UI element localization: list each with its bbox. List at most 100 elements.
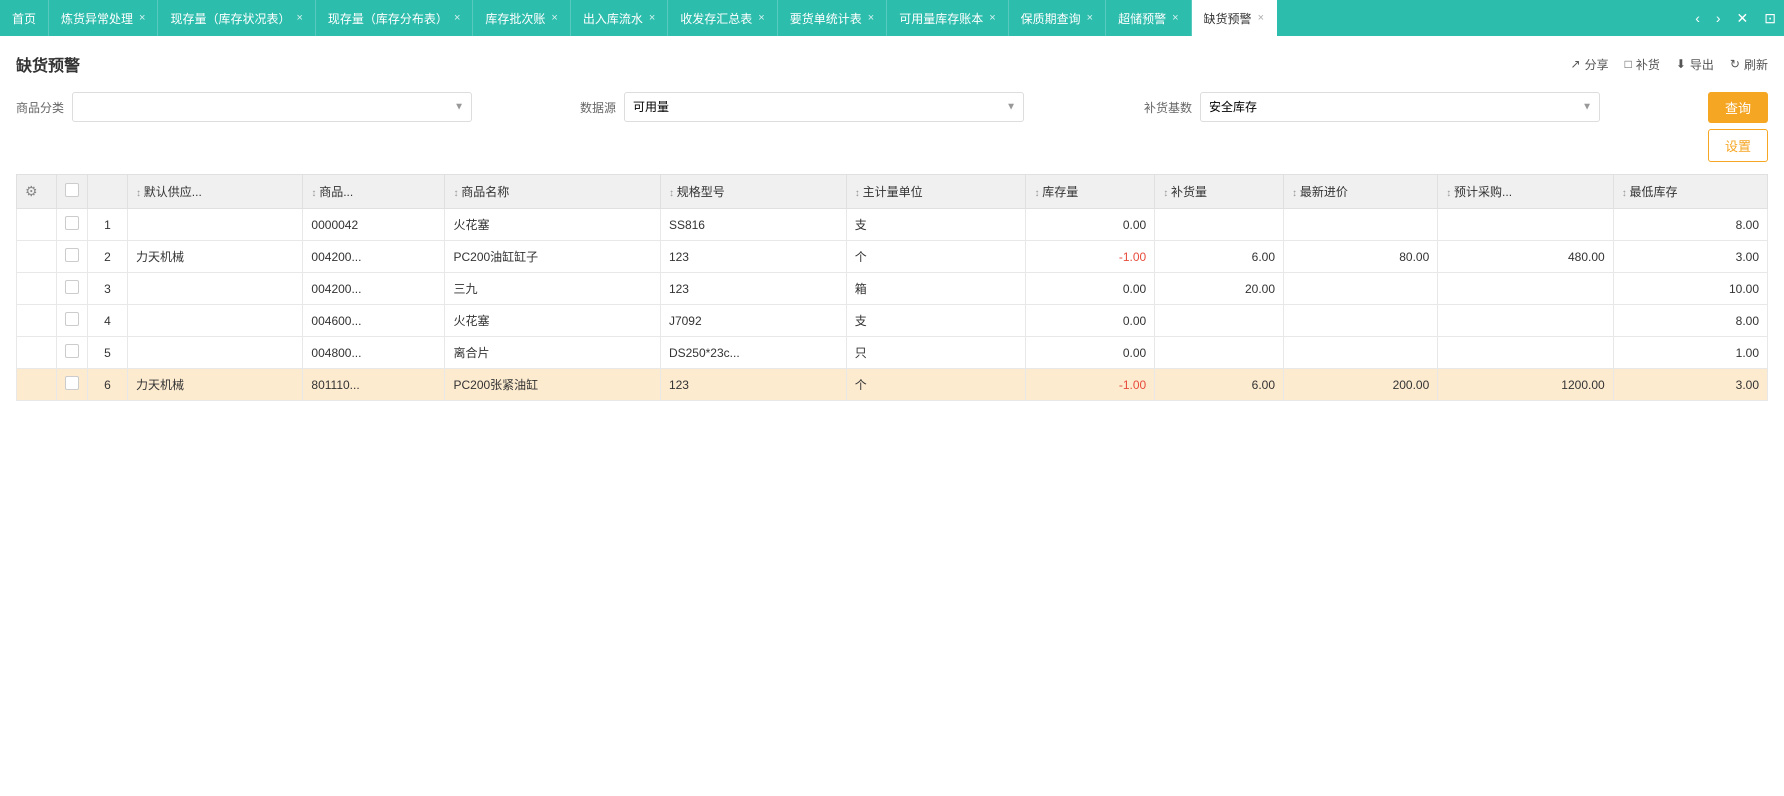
tab-expiry-query[interactable]: 保质期查询 × bbox=[1009, 0, 1106, 36]
tab-nav-buttons: ‹ › ✕ ⊡ bbox=[1687, 0, 1784, 36]
row-checkbox[interactable] bbox=[65, 280, 79, 294]
tab-close-shortage[interactable]: × bbox=[1258, 12, 1264, 24]
tab-close-demand-stats[interactable]: × bbox=[868, 12, 874, 24]
page-header: 缺货预警 ↗ 分享 □ 补货 ⬇ 导出 ↻ 刷新 bbox=[16, 52, 1768, 76]
row-checkbox-cell[interactable] bbox=[57, 241, 88, 273]
tab-close-overstock[interactable]: × bbox=[1172, 12, 1178, 24]
row-latest-price: 80.00 bbox=[1284, 241, 1438, 273]
col-code[interactable]: 商品... bbox=[303, 175, 445, 209]
settings-button[interactable]: 设置 bbox=[1708, 129, 1768, 162]
row-replenish: 6.00 bbox=[1155, 241, 1284, 273]
table-row: 5 004800... 离合片 DS250*23c... 只 0.00 1.00 bbox=[17, 337, 1768, 369]
row-code: 801110... bbox=[303, 369, 445, 401]
row-est-purchase bbox=[1438, 273, 1613, 305]
tab-close-defect-proc[interactable]: × bbox=[139, 12, 145, 24]
filter-buttons: 查询 设置 bbox=[1708, 92, 1768, 162]
tab-close-recv-summary[interactable]: × bbox=[758, 12, 764, 24]
row-spec: 123 bbox=[660, 273, 846, 305]
tab-fullscreen-btn[interactable]: ⊡ bbox=[1756, 0, 1784, 36]
row-min-stock: 3.00 bbox=[1613, 241, 1767, 273]
table-row: 4 004600... 火花塞 J7092 支 0.00 8.00 bbox=[17, 305, 1768, 337]
replenish-button[interactable]: □ 补货 bbox=[1625, 56, 1660, 73]
col-num bbox=[88, 175, 128, 209]
replenish-base-select[interactable]: 安全库存 bbox=[1200, 92, 1600, 122]
row-checkbox[interactable] bbox=[65, 248, 79, 262]
row-checkbox-cell[interactable] bbox=[57, 369, 88, 401]
row-supplier bbox=[128, 273, 303, 305]
tab-home[interactable]: 首页 bbox=[0, 0, 49, 36]
category-select[interactable] bbox=[72, 92, 472, 122]
col-name[interactable]: 商品名称 bbox=[445, 175, 660, 209]
tab-defect-proc[interactable]: 炼货异常处理 × bbox=[49, 0, 158, 36]
row-unit: 只 bbox=[846, 337, 1026, 369]
table-row: 1 0000042 火花塞 SS816 支 0.00 8.00 bbox=[17, 209, 1768, 241]
header-actions: ↗ 分享 □ 补货 ⬇ 导出 ↻ 刷新 bbox=[1571, 56, 1769, 73]
header-checkbox[interactable] bbox=[65, 183, 79, 197]
refresh-button[interactable]: ↻ 刷新 bbox=[1730, 56, 1768, 73]
row-num: 3 bbox=[88, 273, 128, 305]
tab-stock-status[interactable]: 现存量（库存状况表） × bbox=[158, 0, 315, 36]
row-checkbox[interactable] bbox=[65, 216, 79, 230]
table-row: 6 力天机械 801110... PC200张紧油缸 123 个 -1.00 6… bbox=[17, 369, 1768, 401]
export-button[interactable]: ⬇ 导出 bbox=[1676, 56, 1714, 73]
row-checkbox-cell[interactable] bbox=[57, 305, 88, 337]
row-checkbox[interactable] bbox=[65, 344, 79, 358]
tab-close-inout-flow[interactable]: × bbox=[649, 12, 655, 24]
query-button[interactable]: 查询 bbox=[1708, 92, 1768, 123]
share-button[interactable]: ↗ 分享 bbox=[1571, 56, 1609, 73]
gear-icon[interactable]: ⚙ bbox=[25, 183, 38, 199]
col-stock[interactable]: 库存量 bbox=[1026, 175, 1155, 209]
table-row: 2 力天机械 004200... PC200油缸缸子 123 个 -1.00 6… bbox=[17, 241, 1768, 273]
tab-demand-stats[interactable]: 要货单统计表 × bbox=[778, 0, 887, 36]
col-min-stock[interactable]: 最低库存 bbox=[1613, 175, 1767, 209]
data-table: ⚙ 默认供应... 商品... 商品名称 规格型号 bbox=[16, 174, 1768, 401]
row-min-stock: 1.00 bbox=[1613, 337, 1767, 369]
tab-recv-summary[interactable]: 收发存汇总表 × bbox=[668, 0, 777, 36]
tab-prev-btn[interactable]: ‹ bbox=[1687, 0, 1708, 36]
col-est-purchase[interactable]: 预计采购... bbox=[1438, 175, 1613, 209]
row-supplier: 力天机械 bbox=[128, 369, 303, 401]
row-checkbox-cell[interactable] bbox=[57, 209, 88, 241]
tab-next-btn[interactable]: › bbox=[1708, 0, 1729, 36]
tab-stock-dist[interactable]: 现存量（库存分布表） × bbox=[316, 0, 473, 36]
col-supplier[interactable]: 默认供应... bbox=[128, 175, 303, 209]
tab-avail-ledger[interactable]: 可用量库存账本 × bbox=[887, 0, 1008, 36]
datasource-label: 数据源 bbox=[580, 99, 616, 116]
tab-close-stock-dist[interactable]: × bbox=[454, 12, 460, 24]
row-est-purchase bbox=[1438, 305, 1613, 337]
datasource-select[interactable]: 可用量 bbox=[624, 92, 1024, 122]
tab-close-all-btn[interactable]: ✕ bbox=[1729, 0, 1757, 36]
row-name: PC200张紧油缸 bbox=[445, 369, 660, 401]
row-checkbox[interactable] bbox=[65, 376, 79, 390]
row-settings-cell bbox=[17, 369, 57, 401]
col-replenish[interactable]: 补货量 bbox=[1155, 175, 1284, 209]
page-title: 缺货预警 bbox=[16, 52, 80, 76]
tab-batch-account[interactable]: 库存批次账 × bbox=[473, 0, 570, 36]
row-stock: 0.00 bbox=[1026, 305, 1155, 337]
tab-close-batch-account[interactable]: × bbox=[551, 12, 557, 24]
row-checkbox-cell[interactable] bbox=[57, 337, 88, 369]
tab-inout-flow[interactable]: 出入库流水 × bbox=[571, 0, 668, 36]
tab-close-avail-ledger[interactable]: × bbox=[989, 12, 995, 24]
row-name: 火花塞 bbox=[445, 305, 660, 337]
table-row: 3 004200... 三九 123 箱 0.00 20.00 10.00 bbox=[17, 273, 1768, 305]
tab-overstock[interactable]: 超储预警 × bbox=[1106, 0, 1191, 36]
row-checkbox[interactable] bbox=[65, 312, 79, 326]
col-latest-price[interactable]: 最新进价 bbox=[1284, 175, 1438, 209]
row-spec: 123 bbox=[660, 369, 846, 401]
row-checkbox-cell[interactable] bbox=[57, 273, 88, 305]
row-min-stock: 8.00 bbox=[1613, 209, 1767, 241]
row-latest-price bbox=[1284, 305, 1438, 337]
tab-close-expiry-query[interactable]: × bbox=[1087, 12, 1093, 24]
col-header-checkbox[interactable] bbox=[57, 175, 88, 209]
col-spec[interactable]: 规格型号 bbox=[660, 175, 846, 209]
col-settings[interactable]: ⚙ bbox=[17, 175, 57, 209]
col-unit[interactable]: 主计量单位 bbox=[846, 175, 1026, 209]
replenish-icon: □ bbox=[1625, 57, 1632, 71]
row-replenish: 6.00 bbox=[1155, 369, 1284, 401]
row-replenish: 20.00 bbox=[1155, 273, 1284, 305]
tab-close-stock-status[interactable]: × bbox=[296, 12, 302, 24]
row-supplier bbox=[128, 305, 303, 337]
row-name: 离合片 bbox=[445, 337, 660, 369]
tab-shortage[interactable]: 缺货预警 × bbox=[1192, 0, 1277, 36]
